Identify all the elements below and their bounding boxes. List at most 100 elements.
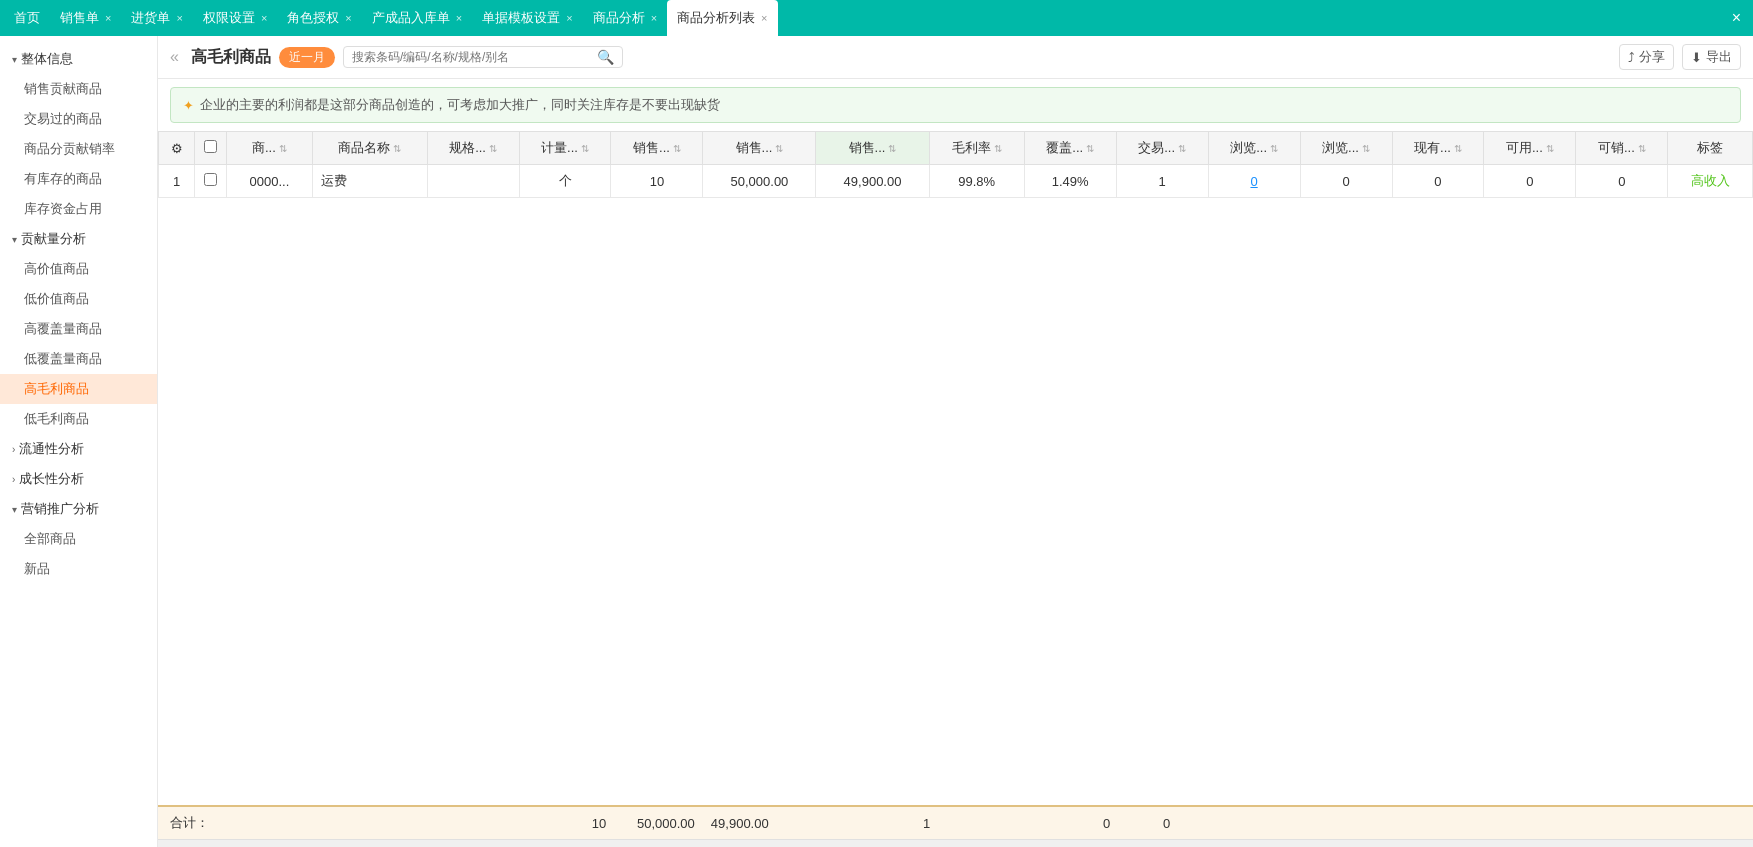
row-sales-cost: 49,900.00 — [816, 165, 929, 198]
filter-recent-month-button[interactable]: 近一月 — [279, 47, 335, 68]
footer-sales-qty: 10 — [569, 816, 629, 831]
sidebar-item-low-coverage[interactable]: 低覆盖量商品 — [0, 344, 157, 374]
sort-icon-browse1: ⇅ — [1270, 143, 1278, 154]
tab-sales-order[interactable]: 销售单 × — [50, 0, 121, 36]
sidebar: ▾ 整体信息 销售贡献商品 交易过的商品 商品分贡献销率 有库存的商品 库存资金… — [0, 36, 158, 847]
tab-home[interactable]: 首页 — [4, 0, 50, 36]
row-code: 0000... — [227, 165, 313, 198]
col-tag: 标签 — [1668, 132, 1753, 165]
sidebar-item-stock-capital[interactable]: 库存资金占用 — [0, 194, 157, 224]
col-name[interactable]: 商品名称 ⇅ — [312, 132, 427, 165]
table-header-row: ⚙ 商... ⇅ 商品名称 — [159, 132, 1753, 165]
tab-role-auth[interactable]: 角色授权 × — [277, 0, 361, 36]
sidebar-group-liquidity[interactable]: › 流通性分析 — [0, 434, 157, 464]
sort-icon-sales-amount: ⇅ — [775, 143, 783, 154]
top-navigation: 首页 销售单 × 进货单 × 权限设置 × 角色授权 × 产成品入库单 × 单据… — [0, 0, 1753, 36]
export-button[interactable]: ⬇ 导出 — [1682, 44, 1741, 70]
col-unit[interactable]: 计量... ⇅ — [519, 132, 611, 165]
close-all-tabs[interactable]: × — [1724, 9, 1749, 27]
sidebar-group-marketing[interactable]: ▾ 营销推广分析 — [0, 494, 157, 524]
col-coverage[interactable]: 覆盖... ⇅ — [1024, 132, 1116, 165]
col-spec[interactable]: 规格... ⇅ — [427, 132, 519, 165]
col-current-stock[interactable]: 现有... ⇅ — [1392, 132, 1484, 165]
col-saleable[interactable]: 可销... ⇅ — [1576, 132, 1668, 165]
bottom-scrollbar[interactable] — [158, 839, 1753, 847]
product-table: ⚙ 商... ⇅ 商品名称 — [158, 131, 1753, 198]
close-tab-role-auth[interactable]: × — [345, 12, 351, 24]
arrow-icon: ▾ — [12, 54, 17, 65]
col-checkbox[interactable] — [195, 132, 227, 165]
row-sales-amount: 50,000.00 — [703, 165, 816, 198]
row-name: 运费 — [312, 165, 427, 198]
col-code[interactable]: 商... ⇅ — [227, 132, 313, 165]
sidebar-item-traded-products[interactable]: 交易过的商品 — [0, 104, 157, 134]
col-gross-rate[interactable]: 毛利率 ⇅ — [929, 132, 1024, 165]
sidebar-item-new-products[interactable]: 新品 — [0, 554, 157, 584]
tab-purchase-order[interactable]: 进货单 × — [121, 0, 192, 36]
sidebar-item-all-products[interactable]: 全部商品 — [0, 524, 157, 554]
tab-doc-template[interactable]: 单据模板设置 × — [472, 0, 582, 36]
settings-icon[interactable]: ⚙ — [171, 141, 183, 156]
collapse-sidebar-button[interactable]: « — [170, 48, 179, 66]
row-checkbox[interactable] — [195, 165, 227, 198]
sidebar-item-high-coverage[interactable]: 高覆盖量商品 — [0, 314, 157, 344]
col-browse2[interactable]: 浏览... ⇅ — [1300, 132, 1392, 165]
tab-product-inbound[interactable]: 产成品入库单 × — [362, 0, 472, 36]
sort-icon-sales-cost: ⇅ — [888, 143, 896, 154]
row-browse1[interactable]: 0 — [1208, 165, 1300, 198]
sidebar-item-in-stock-products[interactable]: 有库存的商品 — [0, 164, 157, 194]
row-num: 1 — [159, 165, 195, 198]
tab-product-analysis[interactable]: 商品分析 × — [583, 0, 667, 36]
search-icon[interactable]: 🔍 — [597, 49, 614, 65]
export-icon: ⬇ — [1691, 50, 1702, 65]
table-footer: 合计： 10 50,000.00 49,900.00 1 0 0 — [158, 805, 1753, 839]
sort-icon-saleable: ⇅ — [1638, 143, 1646, 154]
panel-title: 高毛利商品 — [191, 47, 271, 68]
sidebar-group-contribution[interactable]: ▾ 贡献量分析 — [0, 224, 157, 254]
col-sales-amount[interactable]: 销售... ⇅ — [703, 132, 816, 165]
sidebar-item-sales-contribution[interactable]: 销售贡献商品 — [0, 74, 157, 104]
close-tab-purchase-order[interactable]: × — [176, 12, 182, 24]
table-row: 1 0000... 运费 个 10 50,000.00 49,900.00 99… — [159, 165, 1753, 198]
select-all-checkbox[interactable] — [204, 140, 217, 153]
sidebar-item-low-margin[interactable]: 低毛利商品 — [0, 404, 157, 434]
sort-icon-sales-qty: ⇅ — [673, 143, 681, 154]
close-tab-sales-order[interactable]: × — [105, 12, 111, 24]
tab-product-analysis-list[interactable]: 商品分析列表 × — [667, 0, 777, 36]
sidebar-item-low-value[interactable]: 低价值商品 — [0, 284, 157, 314]
share-icon: ⤴ — [1628, 50, 1635, 65]
search-input[interactable] — [352, 50, 597, 64]
row-sales-qty: 10 — [611, 165, 703, 198]
close-tab-product-analysis-list[interactable]: × — [761, 12, 767, 24]
col-transactions[interactable]: 交易... ⇅ — [1116, 132, 1208, 165]
sidebar-group-overall[interactable]: ▾ 整体信息 — [0, 44, 157, 74]
row-coverage: 1.49% — [1024, 165, 1116, 198]
sidebar-item-high-margin[interactable]: 高毛利商品 — [0, 374, 157, 404]
sort-icon-transactions: ⇅ — [1178, 143, 1186, 154]
sidebar-group-growth[interactable]: › 成长性分析 — [0, 464, 157, 494]
col-sales-cost[interactable]: 销售... ⇅ — [816, 132, 929, 165]
row-tag: 高收入 — [1668, 165, 1753, 198]
sidebar-item-product-sales-rate[interactable]: 商品分贡献销率 — [0, 134, 157, 164]
close-tab-product-inbound[interactable]: × — [456, 12, 462, 24]
sort-icon-spec: ⇅ — [489, 143, 497, 154]
close-tab-product-analysis[interactable]: × — [651, 12, 657, 24]
col-sales-qty[interactable]: 销售... ⇅ — [611, 132, 703, 165]
close-tab-permission-settings[interactable]: × — [261, 12, 267, 24]
row-unit: 个 — [519, 165, 611, 198]
sort-icon-code: ⇅ — [279, 143, 287, 154]
col-settings[interactable]: ⚙ — [159, 132, 195, 165]
table-area: ⚙ 商... ⇅ 商品名称 — [158, 131, 1753, 805]
close-tab-doc-template[interactable]: × — [566, 12, 572, 24]
arrow-icon-3: › — [12, 444, 15, 455]
footer-available: 0 — [1137, 816, 1197, 831]
col-available[interactable]: 可用... ⇅ — [1484, 132, 1576, 165]
row-available: 0 — [1484, 165, 1576, 198]
share-button[interactable]: ⤴ 分享 — [1619, 44, 1674, 70]
col-browse1[interactable]: 浏览... ⇅ — [1208, 132, 1300, 165]
panel-header: « 高毛利商品 近一月 🔍 ⤴ 分享 ⬇ 导出 — [158, 36, 1753, 79]
tab-permission-settings[interactable]: 权限设置 × — [193, 0, 277, 36]
sidebar-item-high-value[interactable]: 高价值商品 — [0, 254, 157, 284]
footer-cells: 10 50,000.00 49,900.00 1 0 0 — [229, 816, 1741, 831]
footer-transactions: 1 — [897, 816, 957, 831]
